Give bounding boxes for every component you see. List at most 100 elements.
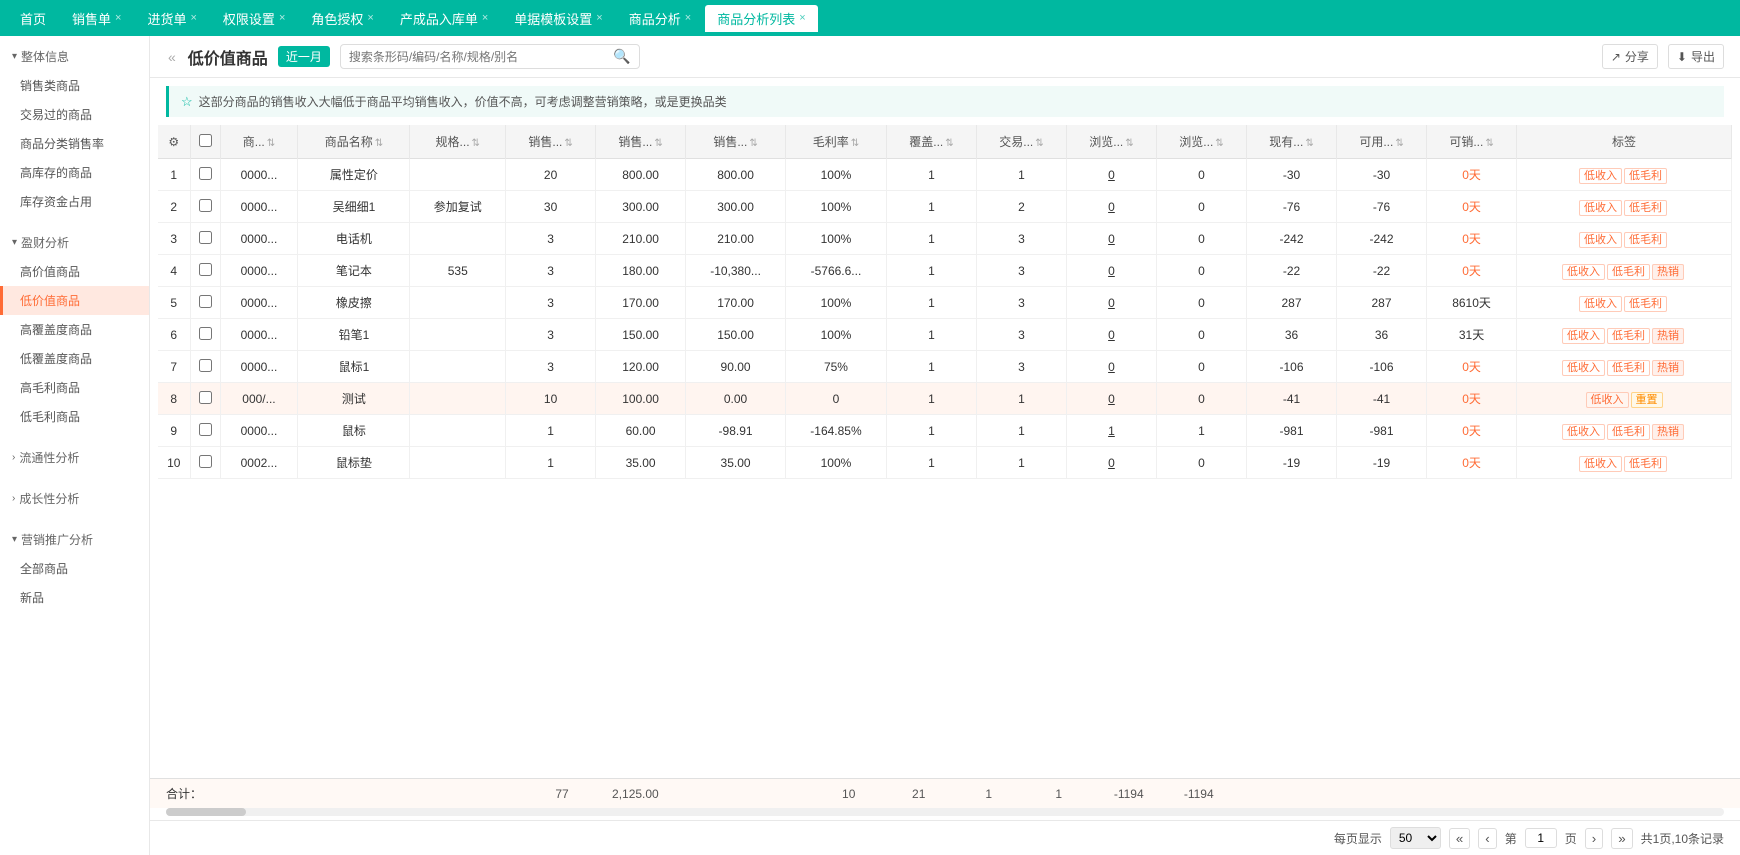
- sidebar-group-growth[interactable]: ›成长性分析: [0, 484, 149, 513]
- sidebar-group-flow[interactable]: ›流通性分析: [0, 443, 149, 472]
- nav-close-analysis-list[interactable]: ×: [799, 12, 805, 24]
- cell-check[interactable]: [190, 255, 220, 287]
- cell-browse1[interactable]: 1: [1066, 415, 1156, 447]
- nav-close-template[interactable]: ×: [596, 12, 602, 24]
- nav-item-analysis-list[interactable]: 商品分析列表 ×: [705, 5, 817, 32]
- search-icon[interactable]: 🔍: [613, 48, 630, 65]
- col-stock1[interactable]: 现有...⇅: [1247, 125, 1337, 159]
- sidebar-item-sales-products[interactable]: 销售类商品: [0, 71, 149, 100]
- nav-item-sales[interactable]: 销售单 ×: [60, 5, 133, 32]
- export-icon: ⬇: [1677, 50, 1687, 64]
- sidebar-group-marketing[interactable]: ▾营销推广分析: [0, 525, 149, 554]
- cell-check[interactable]: [190, 223, 220, 255]
- cell-browse1[interactable]: 0: [1066, 287, 1156, 319]
- cell-browse1[interactable]: 0: [1066, 191, 1156, 223]
- table-container[interactable]: ⚙ 商...⇅ 商品名称⇅ 规格...⇅ 销售...⇅ 销售...⇅ 销售...…: [150, 125, 1740, 778]
- sidebar-item-high-stock[interactable]: 高库存的商品: [0, 158, 149, 187]
- col-days[interactable]: 可销...⇅: [1427, 125, 1517, 159]
- col-cover[interactable]: 覆盖...⇅: [886, 125, 976, 159]
- col-browse2[interactable]: 浏览...⇅: [1156, 125, 1246, 159]
- page-size-select[interactable]: 50 100 200: [1390, 827, 1441, 849]
- cell-browse1[interactable]: 0: [1066, 255, 1156, 287]
- sidebar-item-low-margin[interactable]: 低毛利商品: [0, 402, 149, 431]
- col-name[interactable]: 商品名称⇅: [298, 125, 410, 159]
- nav-close-permissions[interactable]: ×: [279, 12, 285, 24]
- row-checkbox[interactable]: [199, 167, 212, 180]
- scroll-thumb[interactable]: [166, 808, 246, 816]
- col-browse1[interactable]: 浏览...⇅: [1066, 125, 1156, 159]
- share-button[interactable]: ↗ 分享: [1602, 44, 1658, 69]
- sidebar-item-traded[interactable]: 交易过的商品: [0, 100, 149, 129]
- row-checkbox[interactable]: [199, 327, 212, 340]
- cell-browse1[interactable]: 0: [1066, 383, 1156, 415]
- prev-page-btn[interactable]: ‹: [1478, 828, 1496, 849]
- row-checkbox[interactable]: [199, 231, 212, 244]
- cell-browse1[interactable]: 0: [1066, 319, 1156, 351]
- row-checkbox[interactable]: [199, 455, 212, 468]
- col-sales2[interactable]: 销售...⇅: [686, 125, 786, 159]
- row-checkbox[interactable]: [199, 391, 212, 404]
- col-trade[interactable]: 交易...⇅: [976, 125, 1066, 159]
- row-checkbox[interactable]: [199, 295, 212, 308]
- time-tag-btn[interactable]: 近一月: [278, 46, 330, 67]
- nav-close-roles[interactable]: ×: [367, 12, 373, 24]
- nav-item-permissions[interactable]: 权限设置 ×: [211, 5, 297, 32]
- col-settings[interactable]: ⚙: [158, 125, 190, 159]
- cell-check[interactable]: [190, 159, 220, 191]
- nav-close-purchase[interactable]: ×: [190, 12, 196, 24]
- first-page-btn[interactable]: «: [1449, 828, 1470, 849]
- col-stock2[interactable]: 可用...⇅: [1337, 125, 1427, 159]
- cell-check[interactable]: [190, 415, 220, 447]
- export-button[interactable]: ⬇ 导出: [1668, 44, 1724, 69]
- nav-close-warehouse[interactable]: ×: [482, 12, 488, 24]
- current-page-input[interactable]: [1525, 828, 1557, 848]
- col-spec[interactable]: 规格...⇅: [410, 125, 506, 159]
- sidebar-item-high-value[interactable]: 高价值商品: [0, 257, 149, 286]
- nav-close-sales[interactable]: ×: [115, 12, 121, 24]
- row-checkbox[interactable]: [199, 423, 212, 436]
- select-all-checkbox[interactable]: [199, 134, 212, 147]
- cell-check[interactable]: [190, 287, 220, 319]
- sidebar-item-new-products[interactable]: 新品: [0, 583, 149, 612]
- cell-check[interactable]: [190, 319, 220, 351]
- sidebar-item-category-rate[interactable]: 商品分类销售率: [0, 129, 149, 158]
- cell-code: 000/...: [220, 383, 298, 415]
- col-tags[interactable]: 标签: [1517, 125, 1732, 159]
- nav-item-warehouse[interactable]: 产成品入库单 ×: [388, 5, 500, 32]
- nav-item-roles[interactable]: 角色授权 ×: [299, 5, 385, 32]
- sidebar-item-low-value[interactable]: 低价值商品: [0, 286, 149, 315]
- cell-check[interactable]: [190, 383, 220, 415]
- nav-item-purchase[interactable]: 进货单 ×: [135, 5, 208, 32]
- cell-browse1[interactable]: 0: [1066, 447, 1156, 479]
- nav-item-analysis[interactable]: 商品分析 ×: [617, 5, 703, 32]
- sidebar-group-overall[interactable]: ▾整体信息: [0, 42, 149, 71]
- sidebar-item-low-coverage[interactable]: 低覆盖度商品: [0, 344, 149, 373]
- sidebar-item-high-coverage[interactable]: 高覆盖度商品: [0, 315, 149, 344]
- last-page-btn[interactable]: »: [1611, 828, 1632, 849]
- next-page-btn[interactable]: ›: [1585, 828, 1603, 849]
- row-checkbox[interactable]: [199, 199, 212, 212]
- cell-browse1[interactable]: 0: [1066, 159, 1156, 191]
- col-qty[interactable]: 销售...⇅: [506, 125, 596, 159]
- search-input[interactable]: [349, 50, 608, 64]
- cell-browse1[interactable]: 0: [1066, 351, 1156, 383]
- nav-item-template[interactable]: 单据模板设置 ×: [502, 5, 614, 32]
- col-sales1[interactable]: 销售...⇅: [596, 125, 686, 159]
- sidebar-item-all-products[interactable]: 全部商品: [0, 554, 149, 583]
- sidebar-item-high-margin[interactable]: 高毛利商品: [0, 373, 149, 402]
- cell-check[interactable]: [190, 447, 220, 479]
- row-checkbox[interactable]: [199, 359, 212, 372]
- cell-browse1[interactable]: 0: [1066, 223, 1156, 255]
- nav-item-home[interactable]: 首页: [8, 5, 58, 32]
- nav-close-analysis[interactable]: ×: [685, 12, 691, 24]
- col-check[interactable]: [190, 125, 220, 159]
- cell-check[interactable]: [190, 191, 220, 223]
- horizontal-scrollbar[interactable]: [166, 808, 1724, 816]
- sidebar-collapse-btn[interactable]: «: [166, 47, 178, 67]
- col-margin[interactable]: 毛利率⇅: [786, 125, 887, 159]
- col-no[interactable]: 商...⇅: [220, 125, 298, 159]
- cell-check[interactable]: [190, 351, 220, 383]
- sidebar-item-capital[interactable]: 库存资金占用: [0, 187, 149, 216]
- row-checkbox[interactable]: [199, 263, 212, 276]
- sidebar-group-finance[interactable]: ▾盈财分析: [0, 228, 149, 257]
